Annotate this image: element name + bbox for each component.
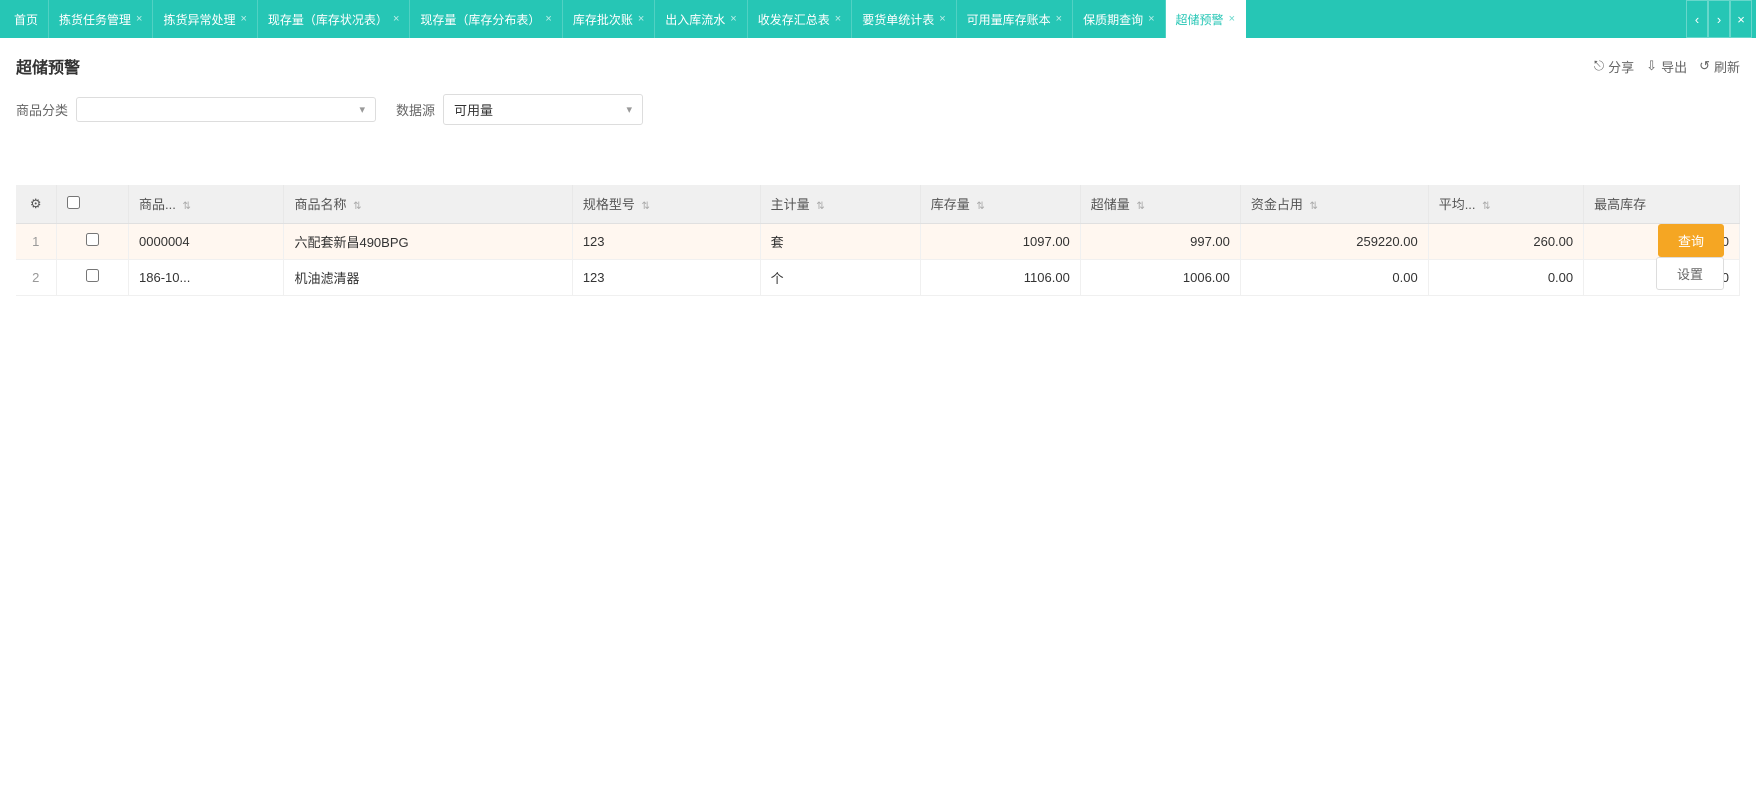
close-icon[interactable]: × [393,13,399,25]
nav-tab-summary[interactable]: 收发存汇总表 × [748,0,852,38]
col-spec[interactable]: 规格型号 ⇅ [572,185,760,223]
export-icon: ⇩ [1646,58,1657,74]
nav-tab-exception[interactable]: 拣货异常处理 × [153,0,257,38]
export-button[interactable]: ⇩ 导出 [1646,57,1687,76]
gear-icon: ⚙ [30,196,42,212]
share-button[interactable]: ⎋ 分享 [1594,57,1634,76]
select-all-checkbox[interactable] [67,196,80,209]
data-source-filter: 数据源 可用量 ▾ [396,94,643,125]
sort-icon: ⇅ [353,201,361,212]
refresh-button[interactable]: ↺ 刷新 [1699,57,1740,76]
capital: 0.00 [1240,259,1428,295]
col-max-stock[interactable]: 最高库存 [1584,185,1740,223]
table-header-row: ⚙ 商品... ⇅ 商品名称 ⇅ 规格型号 [16,185,1740,223]
nav-tab-overstock[interactable]: 超储预警 × [1166,0,1246,38]
nav-tab-stock-dist[interactable]: 现存量（库存分布表） × [410,0,562,38]
close-icon[interactable]: × [638,13,644,25]
table-row: 1 0000004六配套新昌490BPG123套1097.00997.002592… [16,223,1740,259]
close-icon[interactable]: × [1056,13,1062,25]
nav-tab-home[interactable]: 首页 [4,0,49,38]
table-container: ⚙ 商品... ⇅ 商品名称 ⇅ 规格型号 [16,185,1740,296]
product-code: 0000004 [129,223,284,259]
top-nav: 首页 拣货任务管理 × 拣货异常处理 × 现存量（库存状况表） × 现存量（库存… [0,0,1756,38]
over-stock: 1006.00 [1080,259,1240,295]
col-checkbox[interactable] [56,185,129,223]
nav-arrows: ‹ › × [1686,0,1752,38]
page-title: 超储预警 [16,54,80,78]
spec: 123 [572,259,760,295]
col-stock[interactable]: 库存量 ⇅ [920,185,1080,223]
stock: 1097.00 [920,223,1080,259]
data-source-select[interactable]: 可用量 ▾ [443,94,643,125]
unit: 个 [760,259,920,295]
filter-row: 商品分类 ▾ 数据源 可用量 ▾ [16,94,1740,125]
col-unit[interactable]: 主计量 ⇅ [760,185,920,223]
col-product-name[interactable]: 商品名称 ⇅ [284,185,572,223]
refresh-icon: ↺ [1699,58,1710,74]
col-product-code[interactable]: 商品... ⇅ [129,185,284,223]
nav-tab-available[interactable]: 可用量库存账本 × [957,0,1073,38]
share-icon: ⎋ [1594,58,1604,74]
row-num: 1 [16,223,56,259]
close-icon[interactable]: × [1148,13,1154,25]
sort-icon: ⇅ [976,201,984,212]
unit: 套 [760,223,920,259]
sort-icon: ⇅ [183,201,191,212]
nav-next-button[interactable]: › [1708,0,1730,38]
nav-tab-batch[interactable]: 库存批次账 × [563,0,655,38]
nav-tab-expiry[interactable]: 保质期查询 × [1073,0,1165,38]
product-name: 六配套新昌490BPG [284,223,572,259]
commodity-class-label: 商品分类 [16,100,68,119]
row-checkbox[interactable] [56,223,129,259]
close-icon[interactable]: × [730,13,736,25]
close-icon[interactable]: × [240,13,246,25]
chevron-down-icon: ▾ [627,103,633,116]
sort-icon: ⇅ [1136,201,1144,212]
close-icon[interactable]: × [545,13,551,25]
close-icon[interactable]: × [136,13,142,25]
query-button[interactable]: 查询 [1658,224,1724,257]
sort-icon: ⇅ [1310,201,1318,212]
sort-icon: ⇅ [1482,201,1490,212]
nav-tab-flow[interactable]: 出入库流水 × [655,0,747,38]
nav-tab-task[interactable]: 拣货任务管理 × [49,0,153,38]
page-container: 超储预警 ⎋ 分享 ⇩ 导出 ↺ 刷新 商品分类 ▾ [0,38,1756,800]
data-source-value: 可用量 [454,100,493,119]
col-capital[interactable]: 资金占用 ⇅ [1240,185,1428,223]
data-source-label: 数据源 [396,100,435,119]
data-table: ⚙ 商品... ⇅ 商品名称 ⇅ 规格型号 [16,185,1740,296]
close-icon[interactable]: × [939,13,945,25]
col-settings[interactable]: ⚙ [16,185,56,223]
settings-button[interactable]: 设置 [1656,257,1724,290]
nav-prev-button[interactable]: ‹ [1686,0,1708,38]
sort-icon: ⇅ [816,201,824,212]
product-name: 机油滤清器 [284,259,572,295]
row-checkbox[interactable] [56,259,129,295]
close-icon[interactable]: × [835,13,841,25]
header-actions: ⎋ 分享 ⇩ 导出 ↺ 刷新 [1594,57,1740,76]
sort-icon: ⇅ [641,201,649,212]
product-code: 186-10... [129,259,284,295]
avg: 260.00 [1428,223,1583,259]
table-body: 1 0000004六配套新昌490BPG123套1097.00997.002592… [16,223,1740,295]
nav-tab-stock-status[interactable]: 现存量（库存状况表） × [258,0,410,38]
col-over-stock[interactable]: 超储量 ⇅ [1080,185,1240,223]
stock: 1106.00 [920,259,1080,295]
commodity-class-filter: 商品分类 ▾ [16,97,376,122]
row-num: 2 [16,259,56,295]
chevron-down-icon: ▾ [359,103,365,116]
capital: 259220.00 [1240,223,1428,259]
col-avg[interactable]: 平均... ⇅ [1428,185,1583,223]
table-row: 2186-10...机油滤清器123个1106.001006.000.000.0… [16,259,1740,295]
spec: 123 [572,223,760,259]
commodity-class-select[interactable]: ▾ [76,97,376,122]
avg: 0.00 [1428,259,1583,295]
filter-area: 商品分类 ▾ 数据源 可用量 ▾ 查询 设置 [16,94,1740,125]
over-stock: 997.00 [1080,223,1240,259]
nav-close-button[interactable]: × [1730,0,1752,38]
nav-tab-demand[interactable]: 要货单统计表 × [852,0,956,38]
close-icon[interactable]: × [1229,13,1235,25]
page-header: 超储预警 ⎋ 分享 ⇩ 导出 ↺ 刷新 [16,54,1740,78]
